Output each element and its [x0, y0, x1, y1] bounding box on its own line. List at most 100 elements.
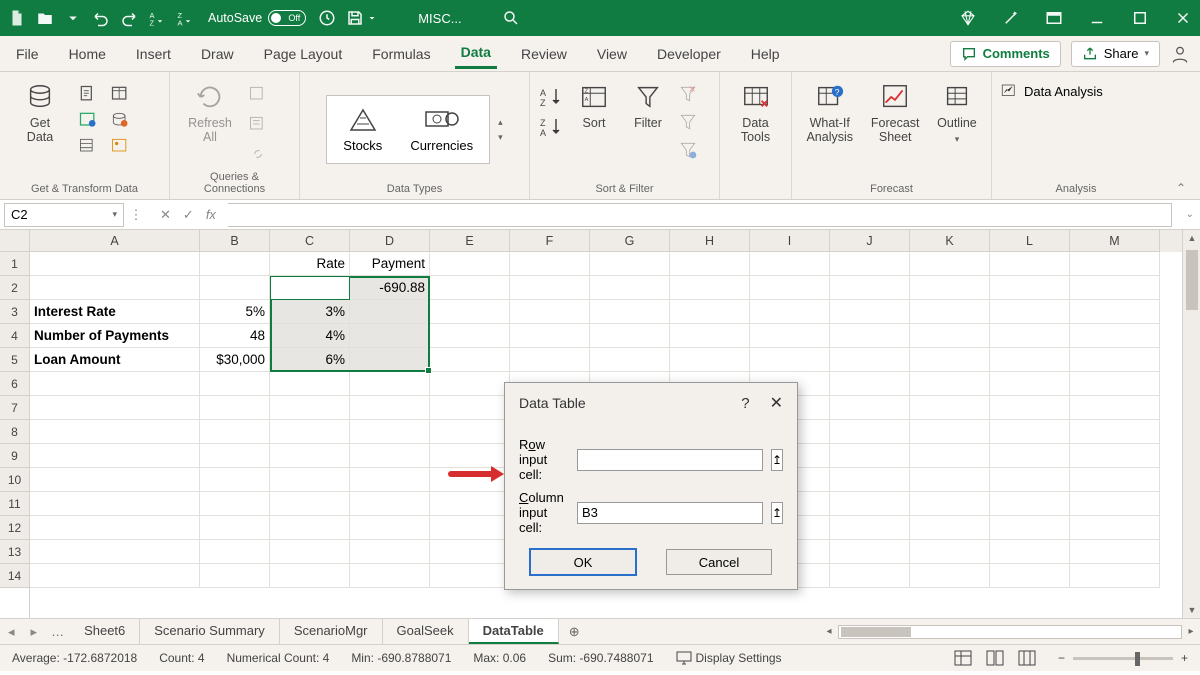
- cell[interactable]: [910, 348, 990, 372]
- save-icon[interactable]: [346, 9, 364, 27]
- cell[interactable]: [200, 492, 270, 516]
- cell[interactable]: [1070, 372, 1160, 396]
- cancel-formula-icon[interactable]: ✕: [160, 207, 171, 223]
- cell[interactable]: [430, 300, 510, 324]
- column-header[interactable]: B: [200, 230, 270, 252]
- cell[interactable]: [910, 372, 990, 396]
- clear-filter-icon[interactable]: [678, 84, 698, 104]
- cell[interactable]: [1070, 564, 1160, 588]
- cell[interactable]: [350, 420, 430, 444]
- cell[interactable]: [830, 444, 910, 468]
- column-header[interactable]: A: [30, 230, 200, 252]
- cell[interactable]: [1070, 252, 1160, 276]
- sheet-tab[interactable]: Scenario Summary: [140, 619, 280, 644]
- share-button[interactable]: Share ▾: [1071, 41, 1160, 67]
- tab-developer[interactable]: Developer: [651, 40, 727, 68]
- add-sheet-icon[interactable]: ⊕: [559, 624, 590, 640]
- cell[interactable]: [670, 300, 750, 324]
- cell[interactable]: [670, 324, 750, 348]
- cell[interactable]: [830, 468, 910, 492]
- cell[interactable]: [750, 348, 830, 372]
- cell[interactable]: [30, 492, 200, 516]
- row-header[interactable]: 13: [0, 540, 29, 564]
- cell[interactable]: [270, 564, 350, 588]
- cell[interactable]: [30, 540, 200, 564]
- scroll-down-icon[interactable]: ▼: [1183, 602, 1200, 618]
- column-header[interactable]: I: [750, 230, 830, 252]
- cell[interactable]: [750, 324, 830, 348]
- cancel-button[interactable]: Cancel: [666, 549, 772, 575]
- undo-icon[interactable]: [92, 9, 110, 27]
- cell[interactable]: 6%: [270, 348, 350, 372]
- cell[interactable]: [830, 540, 910, 564]
- datatype-more-icon[interactable]: ▾: [498, 132, 503, 143]
- dialog-help-icon[interactable]: ?: [741, 395, 749, 412]
- cell[interactable]: [430, 516, 510, 540]
- sort-desc-icon[interactable]: ZA: [176, 9, 194, 27]
- open-file-icon[interactable]: [36, 9, 54, 27]
- cell[interactable]: [510, 300, 590, 324]
- ok-button[interactable]: OK: [530, 549, 636, 575]
- cell[interactable]: [200, 252, 270, 276]
- cell[interactable]: [670, 348, 750, 372]
- row-header[interactable]: 12: [0, 516, 29, 540]
- tab-help[interactable]: Help: [745, 40, 786, 68]
- cell[interactable]: [30, 252, 200, 276]
- cell[interactable]: [430, 420, 510, 444]
- cell[interactable]: [990, 372, 1070, 396]
- account-icon[interactable]: [1170, 44, 1190, 64]
- select-all-corner[interactable]: [0, 230, 29, 252]
- autosave-toggle[interactable]: AutoSave Off: [208, 10, 306, 26]
- cell[interactable]: [270, 516, 350, 540]
- cell[interactable]: [1070, 276, 1160, 300]
- cell[interactable]: [1070, 540, 1160, 564]
- cell[interactable]: [910, 564, 990, 588]
- chevron-down-icon[interactable]: [64, 9, 82, 27]
- cell[interactable]: [910, 540, 990, 564]
- cell[interactable]: [910, 396, 990, 420]
- column-header[interactable]: F: [510, 230, 590, 252]
- save-dropdown-icon[interactable]: [366, 9, 378, 27]
- cell[interactable]: [350, 300, 430, 324]
- column-header[interactable]: G: [590, 230, 670, 252]
- display-settings-button[interactable]: Display Settings: [676, 651, 782, 665]
- redo-icon[interactable]: [120, 9, 138, 27]
- cell[interactable]: [30, 276, 200, 300]
- tab-page-layout[interactable]: Page Layout: [258, 40, 349, 68]
- tab-view[interactable]: View: [591, 40, 633, 68]
- column-header[interactable]: D: [350, 230, 430, 252]
- cell[interactable]: [30, 516, 200, 540]
- cell[interactable]: [590, 348, 670, 372]
- search-icon[interactable]: [502, 9, 520, 27]
- cell[interactable]: [270, 540, 350, 564]
- sheet-nav-prev-icon[interactable]: ◂: [0, 624, 23, 640]
- cell[interactable]: [200, 276, 270, 300]
- tab-draw[interactable]: Draw: [195, 40, 240, 68]
- cell[interactable]: [200, 468, 270, 492]
- horizontal-scrollbar[interactable]: [838, 625, 1182, 639]
- cell[interactable]: [270, 492, 350, 516]
- column-header[interactable]: K: [910, 230, 990, 252]
- comments-button[interactable]: Comments: [950, 41, 1061, 67]
- cell[interactable]: [30, 444, 200, 468]
- cell[interactable]: Number of Payments: [30, 324, 200, 348]
- cell[interactable]: [910, 516, 990, 540]
- sort-za-icon[interactable]: ZA: [538, 116, 564, 138]
- cell[interactable]: [30, 396, 200, 420]
- cell[interactable]: Payment: [350, 252, 430, 276]
- cell[interactable]: [350, 396, 430, 420]
- column-header[interactable]: E: [430, 230, 510, 252]
- cell[interactable]: [590, 324, 670, 348]
- cell[interactable]: [830, 516, 910, 540]
- cell[interactable]: [990, 540, 1070, 564]
- tab-home[interactable]: Home: [63, 40, 112, 68]
- cell[interactable]: [990, 276, 1070, 300]
- cell[interactable]: 3%: [270, 300, 350, 324]
- new-file-icon[interactable]: [8, 9, 26, 27]
- row-header[interactable]: 11: [0, 492, 29, 516]
- column-header[interactable]: H: [670, 230, 750, 252]
- cell[interactable]: [1070, 396, 1160, 420]
- tab-formulas[interactable]: Formulas: [366, 40, 436, 68]
- cell[interactable]: [350, 348, 430, 372]
- cell[interactable]: [430, 252, 510, 276]
